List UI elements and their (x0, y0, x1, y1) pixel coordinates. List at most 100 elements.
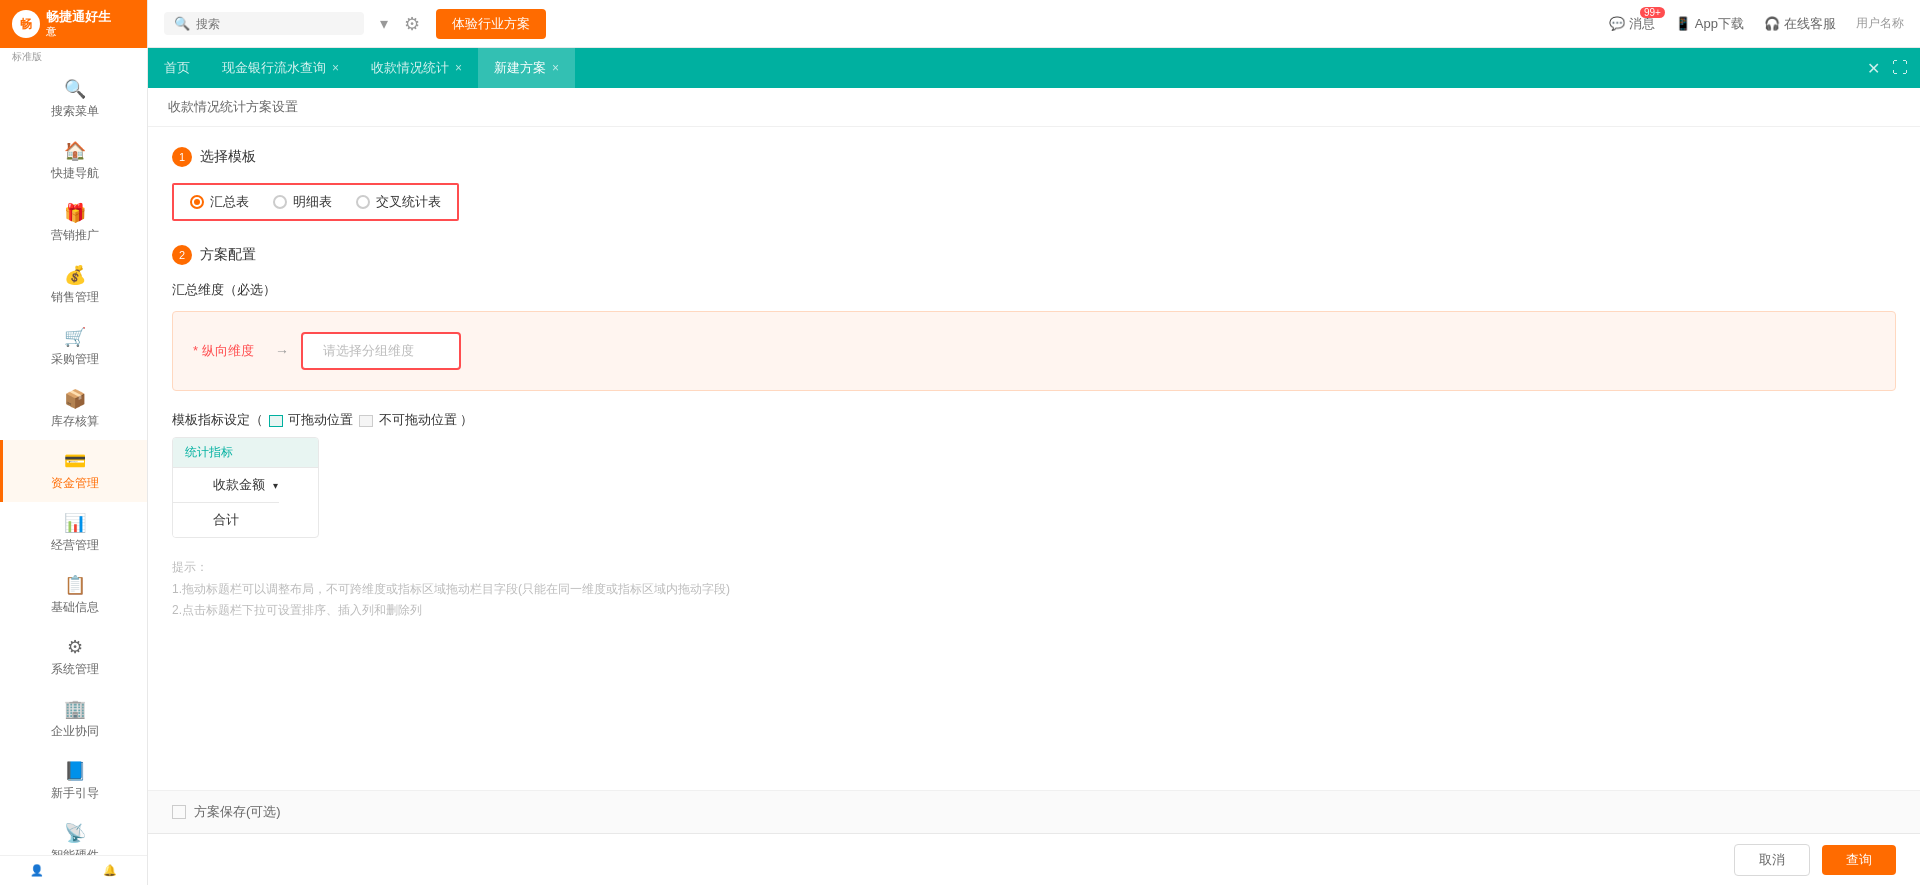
logo-text: 畅捷通好生 (46, 9, 111, 25)
app-download-label: App下载 (1695, 15, 1744, 33)
basic-info-icon: 📋 (64, 574, 86, 596)
scheme-config: 汇总维度（必选） * 纵向维度 → 请选择分组维度 (172, 281, 1896, 622)
sidebar-item-newbie[interactable]: 📘 新手引导 (0, 750, 147, 812)
sidebar-item-purchase[interactable]: 🛒 采购管理 (0, 316, 147, 378)
newbie-icon: 📘 (64, 760, 86, 782)
radio-cross-input[interactable] (356, 195, 370, 209)
save-option: 方案保存(可选) (148, 790, 1920, 833)
dimension-arrow: → (275, 343, 289, 359)
user-item[interactable]: 用户名称 (1856, 15, 1904, 32)
sidebar-item-marketing[interactable]: 🎁 营销推广 (0, 192, 147, 254)
dimension-section-label: 汇总维度（必选） (172, 281, 1896, 299)
notifications-item[interactable]: 💬 消息 99+ (1609, 15, 1655, 33)
tab-collection-stats-close[interactable]: × (455, 61, 462, 75)
download-icon: 📱 (1675, 16, 1691, 31)
user-name: 用户名称 (1856, 15, 1904, 32)
tab-new-plan-label: 新建方案 (494, 59, 546, 77)
dimension-label-text: 汇总维度（必选） (172, 282, 276, 297)
metrics-col-header-cell[interactable]: 收款金额 ▾ (173, 467, 318, 502)
tab-maximize-icon[interactable]: ⛶ (1892, 59, 1908, 77)
header-right: 💬 消息 99+ 📱 App下载 🎧 在线客服 用户名称 (1609, 15, 1904, 33)
metrics-close-paren: ） (460, 412, 473, 427)
sidebar-item-sales[interactable]: 💰 销售管理 (0, 254, 147, 316)
sidebar-item-inventory[interactable]: 📦 库存核算 (0, 378, 147, 440)
save-label: 方案保存(可选) (194, 803, 281, 821)
settings-icon[interactable]: ⚙ (404, 13, 420, 35)
sidebar-nav: 🔍 搜索菜单 🏠 快捷导航 🎁 营销推广 💰 销售管理 🛒 采购管理 📦 库存核… (0, 68, 147, 855)
sidebar-edition: 标准版 (0, 48, 147, 68)
notifications-badge: 99+ (1640, 7, 1665, 18)
tab-collection-stats[interactable]: 收款情况统计 × (355, 48, 478, 88)
finance-icon: 💳 (64, 450, 86, 472)
logo-icon: 畅 (12, 10, 40, 38)
col-header-text: 收款金额 (213, 476, 265, 494)
tab-close-window-icon[interactable]: ✕ (1867, 59, 1880, 78)
app-download-item[interactable]: 📱 App下载 (1675, 15, 1744, 33)
dimension-placeholder: 请选择分组维度 (323, 343, 414, 358)
locked-hint: 不可拖动位置 (379, 412, 457, 427)
tab-new-plan-close[interactable]: × (552, 61, 559, 75)
sidebar-item-label: 企业协同 (51, 723, 99, 740)
bottom-bar: 取消 查询 (148, 833, 1920, 885)
tip-item-2: 2.点击标题栏下拉可设置排序、插入列和删除列 (172, 600, 1896, 622)
sidebar-item-system[interactable]: ⚙ 系统管理 (0, 626, 147, 688)
sidebar-item-finance[interactable]: 💳 资金管理 (0, 440, 147, 502)
radio-detail[interactable]: 明细表 (273, 193, 332, 211)
step2-number: 2 (172, 245, 192, 265)
sidebar: 畅 畅捷通好生 意 标准版 🔍 搜索菜单 🏠 快捷导航 🎁 营销推广 💰 销售管… (0, 0, 148, 885)
radio-cross-label: 交叉统计表 (376, 193, 441, 211)
sidebar-item-label: 系统管理 (51, 661, 99, 678)
top-header: 🔍 ▾ ⚙ 体验行业方案 💬 消息 99+ 📱 App下载 🎧 在线客服 用户名… (148, 0, 1920, 48)
sidebar-item-quick-nav[interactable]: 🏠 快捷导航 (0, 130, 147, 192)
sidebar-item-label: 智能硬件 (51, 847, 99, 855)
tab-bank-flow-label: 现金银行流水查询 (222, 59, 326, 77)
trial-button[interactable]: 体验行业方案 (436, 9, 546, 39)
metrics-col-header-row[interactable]: 收款金额 ▾ (173, 467, 318, 502)
tip-item-1: 1.拖动标题栏可以调整布局，不可跨维度或指标区域拖动栏目字段(只能在同一维度或指… (172, 579, 1896, 601)
save-checkbox[interactable] (172, 805, 186, 819)
tabs-bar: 首页 现金银行流水查询 × 收款情况统计 × 新建方案 × ✕ ⛶ (148, 48, 1920, 88)
sidebar-item-label: 采购管理 (51, 351, 99, 368)
step1-number: 1 (172, 147, 192, 167)
smart-hw-icon: 📡 (64, 822, 86, 844)
sidebar-item-label: 库存核算 (51, 413, 99, 430)
logo-sub: 意 (46, 25, 111, 39)
page-title-bar: 收款情况统计方案设置 (148, 88, 1920, 127)
sidebar-item-basic-info[interactable]: 📋 基础信息 (0, 564, 147, 626)
cancel-button[interactable]: 取消 (1734, 844, 1810, 876)
sidebar-item-label: 经营管理 (51, 537, 99, 554)
sidebar-item-label: 资金管理 (51, 475, 99, 492)
dimension-select[interactable]: 请选择分组维度 (301, 332, 461, 370)
radio-summary-label: 汇总表 (210, 193, 249, 211)
radio-summary-input[interactable] (190, 195, 204, 209)
col-header-chevron[interactable]: ▾ (273, 480, 278, 491)
metrics-total-row: 合计 (173, 502, 318, 537)
query-button[interactable]: 查询 (1822, 845, 1896, 875)
radio-cross[interactable]: 交叉统计表 (356, 193, 441, 211)
tab-home-label: 首页 (164, 59, 190, 77)
step2-title: 方案配置 (200, 246, 256, 264)
header-search-box[interactable]: 🔍 (164, 12, 364, 35)
radio-summary[interactable]: 汇总表 (190, 193, 249, 211)
tab-home[interactable]: 首页 (148, 48, 206, 88)
radio-detail-input[interactable] (273, 195, 287, 209)
sidebar-item-label: 销售管理 (51, 289, 99, 306)
tab-new-plan[interactable]: 新建方案 × (478, 48, 575, 88)
sidebar-item-enterprise[interactable]: 🏢 企业协同 (0, 688, 147, 750)
header-dropdown-chevron[interactable]: ▾ (380, 14, 388, 33)
sidebar-item-smart-hw[interactable]: 📡 智能硬件 (0, 812, 147, 855)
sidebar-footer-user[interactable]: 👤 (30, 864, 44, 877)
search-input[interactable] (196, 17, 346, 31)
sidebar-footer-notify[interactable]: 🔔 (103, 864, 117, 877)
sidebar-item-label: 搜索菜单 (51, 103, 99, 120)
purchase-icon: 🛒 (64, 326, 86, 348)
sidebar-item-label: 基础信息 (51, 599, 99, 616)
sidebar-item-search-menu[interactable]: 🔍 搜索菜单 (0, 68, 147, 130)
page-content: 收款情况统计方案设置 1 选择模板 汇总表 (148, 88, 1920, 833)
tab-bank-flow[interactable]: 现金银行流水查询 × (206, 48, 355, 88)
sidebar-item-label: 快捷导航 (51, 165, 99, 182)
sidebar-item-operation[interactable]: 📊 经营管理 (0, 502, 147, 564)
tab-bank-flow-close[interactable]: × (332, 61, 339, 75)
online-service-item[interactable]: 🎧 在线客服 (1764, 15, 1836, 33)
vertical-dimension-label: * 纵向维度 (193, 342, 263, 360)
